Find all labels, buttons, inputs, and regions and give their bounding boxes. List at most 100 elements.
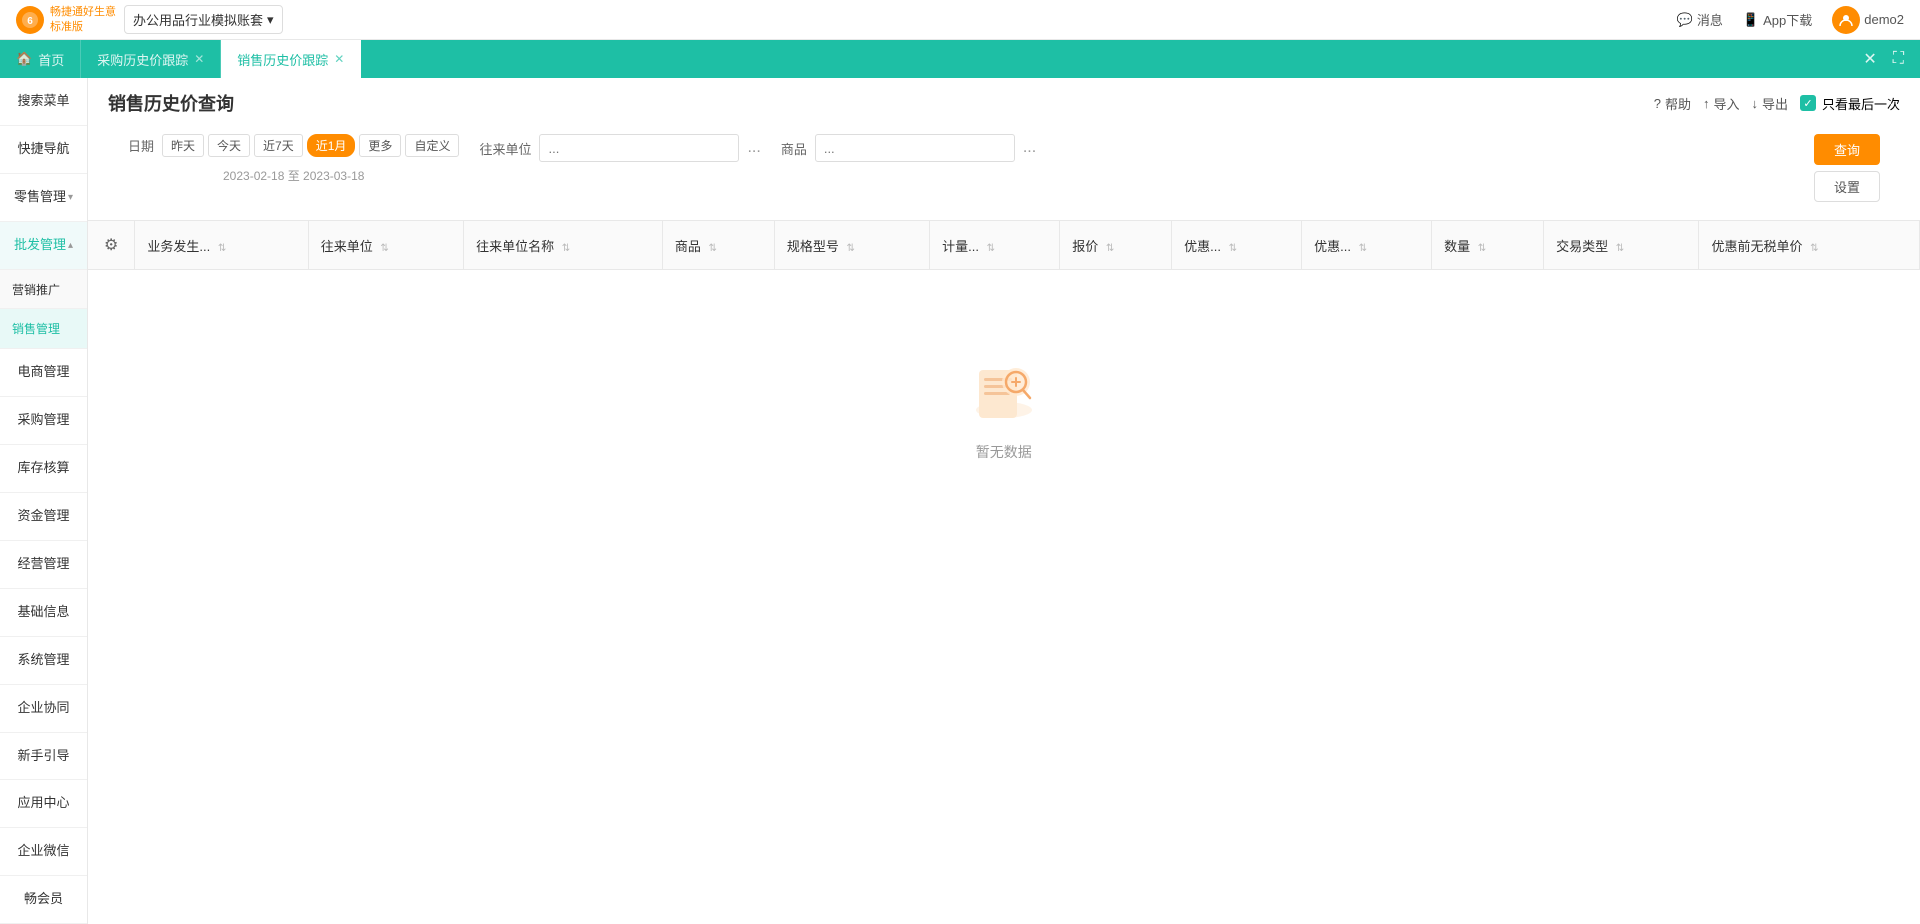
message-icon: 💬 <box>1677 12 1693 28</box>
sidebar-item-inventory[interactable]: 库存核算 <box>0 445 87 493</box>
tab-maximize-button[interactable]: ⛶ <box>1889 46 1908 72</box>
date-btn-7days[interactable]: 近7天 <box>254 134 303 157</box>
page-actions: ? 帮助 ↑ 导入 ↓ 导出 ✓ 只看最后一次 <box>1654 94 1900 113</box>
sidebar-sub-item-sales-mgmt-label: 销售管理 <box>12 320 60 337</box>
col-unit[interactable]: 计量... ⇅ <box>930 221 1060 270</box>
sidebar-sub-item-sales-mgmt[interactable]: 销售管理 <box>0 309 87 349</box>
partner-filter-group: 往来单位 ... <box>479 134 760 162</box>
sidebar-item-vip-member[interactable]: 畅会员 <box>0 876 87 924</box>
message-button[interactable]: 💬 消息 <box>1677 10 1723 29</box>
only-last-checkbox[interactable]: ✓ <box>1800 95 1816 111</box>
page-header: 销售历史价查询 ? 帮助 ↑ 导入 ↓ 导出 ✓ <box>88 78 1920 221</box>
sidebar-item-finance-mgmt-label: 资金管理 <box>17 508 69 525</box>
date-filter-group: 日期 昨天 今天 近7天 近1月 更多 自定义 2023-02-18 至 202… <box>128 134 459 184</box>
user-profile[interactable]: demo2 <box>1832 6 1904 34</box>
tab-sales-history[interactable]: 销售历史价跟踪 ✕ <box>221 40 361 78</box>
product-filter-input[interactable] <box>815 134 1015 162</box>
col-pretax-price-label: 优惠前无税单价 <box>1711 239 1802 254</box>
col-biz-date[interactable]: 业务发生... ⇅ <box>135 221 308 270</box>
only-last-checkbox-row[interactable]: ✓ 只看最后一次 <box>1800 94 1900 113</box>
date-btn-more[interactable]: 更多 <box>359 134 401 157</box>
help-icon: ? <box>1654 96 1661 111</box>
chevron-down-icon: ▾ <box>68 191 73 204</box>
svg-text:6: 6 <box>27 16 33 27</box>
date-btn-1month[interactable]: 近1月 <box>307 134 356 157</box>
date-btn-custom[interactable]: 自定义 <box>405 134 459 157</box>
partner-filter-dots[interactable]: ... <box>747 139 760 157</box>
sort-arrows-spec: ⇅ <box>846 243 854 254</box>
sidebar-item-retail-mgmt[interactable]: 零售管理 ▾ <box>0 174 87 222</box>
tab-purchase-history-close[interactable]: ✕ <box>194 52 204 66</box>
logo-area: 6 畅捷通好生意 标准版 <box>16 5 116 34</box>
empty-state: 暂无数据 <box>88 270 1920 542</box>
logo-text: 畅捷通好生意 标准版 <box>50 5 116 34</box>
product-filter-dots[interactable]: ... <box>1023 139 1036 157</box>
sidebar-item-operation-mgmt[interactable]: 经营管理 <box>0 541 87 589</box>
sidebar-item-wholesale-mgmt[interactable]: 批发管理 ▴ <box>0 222 87 270</box>
sidebar-item-app-center[interactable]: 应用中心 <box>0 780 87 828</box>
sidebar-item-quick-nav-label: 快捷导航 <box>17 141 69 158</box>
sidebar-item-vip-member-label: 畅会员 <box>24 891 63 908</box>
user-name: demo2 <box>1864 12 1904 27</box>
sidebar-sub-item-marketing[interactable]: 营销推广 <box>0 270 87 310</box>
table-container: ⚙ 业务发生... ⇅ 往来单位 ⇅ 往来单位名称 ⇅ <box>88 221 1920 924</box>
home-icon: 🏠 <box>16 51 32 67</box>
sidebar-item-search-menu[interactable]: 搜索菜单 <box>0 78 87 126</box>
col-partner-code[interactable]: 往来单位 ⇅ <box>308 221 463 270</box>
column-settings-button[interactable]: ⚙ <box>100 231 122 259</box>
col-pretax-price[interactable]: 优惠前无税单价 ⇅ <box>1699 221 1920 270</box>
date-filter-label: 日期 <box>128 136 154 155</box>
sidebar-item-purchase-mgmt[interactable]: 采购管理 <box>0 397 87 445</box>
date-btn-yesterday[interactable]: 昨天 <box>162 134 204 157</box>
tab-sales-history-close[interactable]: ✕ <box>334 52 344 66</box>
sidebar-item-finance-mgmt[interactable]: 资金管理 <box>0 493 87 541</box>
col-product[interactable]: 商品 ⇅ <box>662 221 774 270</box>
sidebar-item-enterprise-collab[interactable]: 企业协同 <box>0 685 87 733</box>
col-spec[interactable]: 规格型号 ⇅ <box>774 221 929 270</box>
sidebar-item-basic-info[interactable]: 基础信息 <box>0 589 87 637</box>
sidebar-item-inventory-label: 库存核算 <box>17 460 69 477</box>
only-last-label: 只看最后一次 <box>1822 94 1900 113</box>
product-filter-group: 商品 ... <box>781 134 1036 162</box>
content-area: 销售历史价查询 ? 帮助 ↑ 导入 ↓ 导出 ✓ <box>88 78 1920 924</box>
sidebar-item-new-user-guide[interactable]: 新手引导 <box>0 733 87 781</box>
import-button[interactable]: ↑ 导入 <box>1703 94 1740 113</box>
col-trade-type[interactable]: 交易类型 ⇅ <box>1544 221 1699 270</box>
tab-purchase-history[interactable]: 采购历史价跟踪 ✕ <box>81 40 221 78</box>
account-selector-label: 办公用品行业模拟账套 <box>133 10 263 29</box>
account-selector[interactable]: 办公用品行业模拟账套 ▾ <box>124 5 283 34</box>
export-button[interactable]: ↓ 导出 <box>1751 94 1788 113</box>
sidebar-item-ecommerce-mgmt[interactable]: 电商管理 <box>0 349 87 397</box>
col-discount1[interactable]: 优惠... ⇅ <box>1172 221 1302 270</box>
sidebar-item-purchase-mgmt-label: 采购管理 <box>17 412 69 429</box>
tab-home[interactable]: 🏠 首页 <box>0 40 81 78</box>
filter-row: 日期 昨天 今天 近7天 近1月 更多 自定义 2023-02-18 至 202… <box>108 126 1900 212</box>
sidebar-item-quick-nav[interactable]: 快捷导航 <box>0 126 87 174</box>
sidebar-item-system-mgmt[interactable]: 系统管理 <box>0 637 87 685</box>
sidebar-item-new-user-guide-label: 新手引导 <box>17 748 69 765</box>
table-body: 暂无数据 <box>88 270 1920 543</box>
export-icon: ↓ <box>1751 96 1758 111</box>
col-quantity-label: 数量 <box>1444 239 1470 254</box>
help-button[interactable]: ? 帮助 <box>1654 94 1691 113</box>
date-btn-today[interactable]: 今天 <box>208 134 250 157</box>
settings-button[interactable]: 设置 <box>1814 171 1880 202</box>
sort-arrows-quoted-price: ⇅ <box>1106 243 1114 254</box>
col-partner-name[interactable]: 往来单位名称 ⇅ <box>464 221 663 270</box>
tab-home-label: 首页 <box>38 50 64 69</box>
sidebar: 搜索菜单 快捷导航 零售管理 ▾ 批发管理 ▴ 营销推广 销售管理 电商管理 采… <box>0 78 88 924</box>
col-partner-name-label: 往来单位名称 <box>476 239 554 254</box>
app-download-button[interactable]: 📱 App下载 <box>1743 10 1812 29</box>
tab-close-all-button[interactable]: ✕ <box>1859 45 1880 73</box>
col-spec-label: 规格型号 <box>787 239 839 254</box>
query-button[interactable]: 查询 <box>1814 134 1880 165</box>
table-header-row: ⚙ 业务发生... ⇅ 往来单位 ⇅ 往来单位名称 ⇅ <box>88 221 1920 270</box>
partner-filter-input[interactable] <box>539 134 739 162</box>
col-quantity[interactable]: 数量 ⇅ <box>1432 221 1544 270</box>
col-quoted-price[interactable]: 报价 ⇅ <box>1060 221 1172 270</box>
col-discount2[interactable]: 优惠... ⇅ <box>1302 221 1432 270</box>
sort-arrows-discount2: ⇅ <box>1359 243 1367 254</box>
sidebar-item-enterprise-wechat[interactable]: 企业微信 <box>0 828 87 876</box>
sidebar-item-operation-mgmt-label: 经营管理 <box>17 556 69 573</box>
empty-state-text: 暂无数据 <box>976 442 1032 462</box>
